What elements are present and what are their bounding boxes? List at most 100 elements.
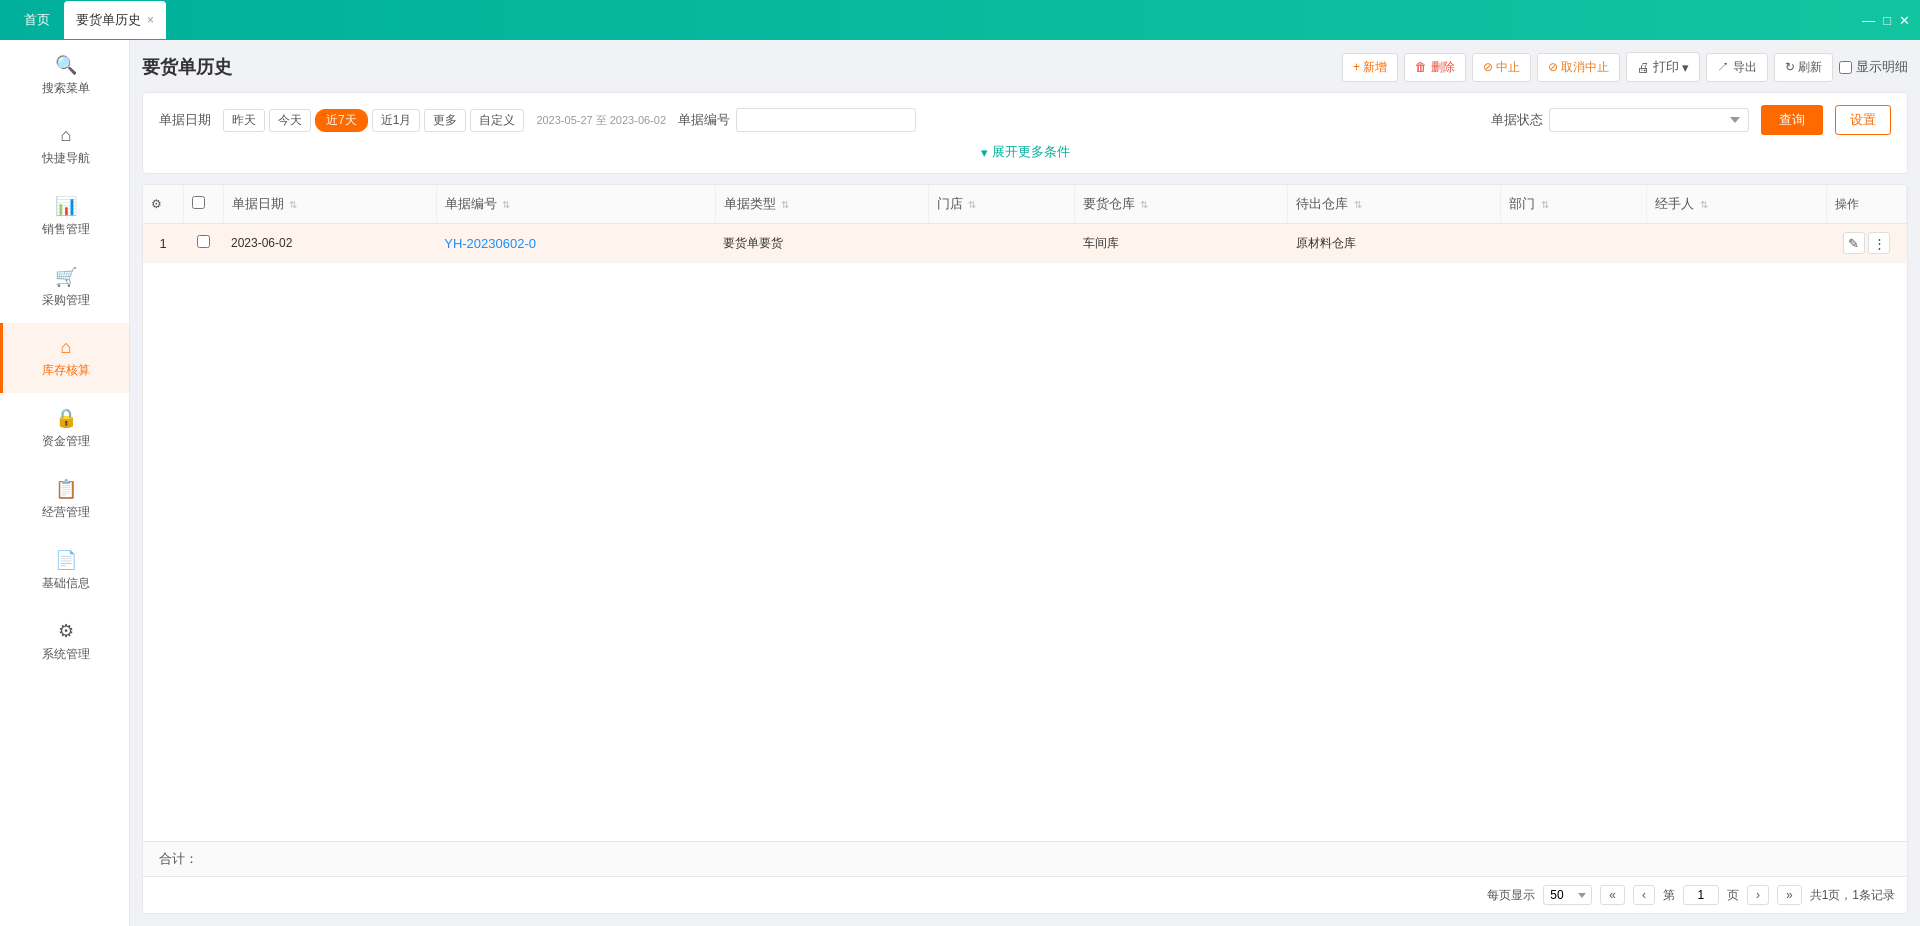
sidebar-item-quick-nav[interactable]: ⌂ 快捷导航 (0, 111, 129, 181)
display-detail-checkbox-label[interactable]: 显示明细 (1839, 58, 1908, 76)
filter-bar: 单据日期 昨天 今天 近7天 近1月 更多 自定义 2023-05-27 至 2… (142, 92, 1908, 174)
date-btn-custom[interactable]: 自定义 (470, 109, 524, 132)
sort-store-icon: ⇅ (968, 199, 976, 210)
row-settings-cell: 1 (143, 224, 183, 263)
col-no[interactable]: 单据编号 ⇅ (436, 185, 715, 224)
page-title: 要货单历史 (142, 55, 232, 79)
date-btn-1month[interactable]: 近1月 (372, 109, 421, 132)
date-btn-yesterday[interactable]: 昨天 (223, 109, 265, 132)
col-dept[interactable]: 部门 ⇅ (1501, 185, 1647, 224)
print-label: 打印 (1653, 58, 1679, 76)
order-no-label: 单据编号 (678, 111, 730, 129)
col-handler-label: 经手人 (1655, 196, 1694, 211)
last-page-btn[interactable]: » (1777, 885, 1802, 905)
sort-req-warehouse-icon: ⇅ (1140, 199, 1148, 210)
sidebar-item-label-operation: 经营管理 (42, 504, 90, 521)
tab-home[interactable]: 首页 (10, 0, 64, 40)
system-icon: ⚙ (58, 620, 74, 642)
col-date-label: 单据日期 (232, 196, 284, 211)
sidebar-item-inventory[interactable]: ⌂ 库存核算 (0, 323, 129, 393)
date-btn-more[interactable]: 更多 (424, 109, 466, 132)
page-header: 要货单历史 + 新增 🗑 删除 ⊘ 中止 ⊘ 取消中止 🖨 打印 ▾ ↗ 导出 … (142, 52, 1908, 82)
footer-label: 合计： (159, 850, 198, 868)
col-store-label: 门店 (937, 196, 963, 211)
row-pending-warehouse-cell: 原材料仓库 (1288, 224, 1501, 263)
content-area: 要货单历史 + 新增 🗑 删除 ⊘ 中止 ⊘ 取消中止 🖨 打印 ▾ ↗ 导出 … (130, 40, 1920, 926)
col-req-warehouse-label: 要货仓库 (1083, 196, 1135, 211)
expand-more-label: 展开更多条件 (992, 143, 1070, 161)
page-number-input[interactable] (1683, 885, 1719, 905)
sidebar-item-label-search: 搜索菜单 (42, 80, 90, 97)
active-tab-label: 要货单历史 (76, 11, 141, 29)
window-close-btn[interactable]: ✕ (1899, 13, 1910, 28)
col-handler[interactable]: 经手人 ⇅ (1647, 185, 1827, 224)
total-info: 共1页，1条记录 (1810, 887, 1895, 904)
first-page-btn[interactable]: « (1600, 885, 1625, 905)
filter-row: 单据日期 昨天 今天 近7天 近1月 更多 自定义 2023-05-27 至 2… (159, 105, 1891, 135)
next-page-btn[interactable]: › (1747, 885, 1769, 905)
row-more-btn[interactable]: ⋮ (1868, 232, 1890, 254)
cancel-stop-button[interactable]: ⊘ 取消中止 (1537, 53, 1620, 82)
select-all-checkbox[interactable] (192, 196, 205, 209)
row-no-cell: YH-20230602-0 (436, 224, 715, 263)
page-size-select[interactable]: 10 20 50 100 (1543, 885, 1592, 905)
row-no-link[interactable]: YH-20230602-0 (444, 236, 536, 251)
sidebar-item-operation[interactable]: 📋 经营管理 (0, 464, 129, 535)
sort-no-icon: ⇅ (502, 199, 510, 210)
sidebar-item-finance[interactable]: 🔒 资金管理 (0, 393, 129, 464)
sidebar-item-label-finance: 资金管理 (42, 433, 90, 450)
row-handler-cell (1647, 224, 1827, 263)
stop-button[interactable]: ⊘ 中止 (1472, 53, 1531, 82)
basic-icon: 📄 (55, 549, 77, 571)
col-date[interactable]: 单据日期 ⇅ (223, 185, 436, 224)
operation-icon: 📋 (55, 478, 77, 500)
col-store[interactable]: 门店 ⇅ (929, 185, 1075, 224)
display-detail-checkbox[interactable] (1839, 61, 1852, 74)
sidebar-item-label-basic: 基础信息 (42, 575, 90, 592)
settings-button[interactable]: 设置 (1835, 105, 1891, 135)
data-table: ⚙ 单据日期 ⇅ 单据编号 ⇅ (143, 185, 1907, 263)
tab-active[interactable]: 要货单历史 × (64, 1, 166, 39)
status-select[interactable] (1549, 108, 1749, 132)
sidebar-item-basic[interactable]: 📄 基础信息 (0, 535, 129, 606)
refresh-button[interactable]: ↻ 刷新 (1774, 53, 1833, 82)
export-button[interactable]: ↗ 导出 (1706, 53, 1767, 82)
col-pending-warehouse[interactable]: 待出仓库 ⇅ (1288, 185, 1501, 224)
col-req-warehouse[interactable]: 要货仓库 ⇅ (1075, 185, 1288, 224)
row-checkbox[interactable] (197, 235, 210, 248)
sales-icon: 📊 (55, 195, 77, 217)
sort-dept-icon: ⇅ (1541, 199, 1549, 210)
expand-more-btn[interactable]: ▾ 展开更多条件 (159, 143, 1891, 161)
order-no-input[interactable] (736, 108, 916, 132)
main-layout: 🔍 搜索菜单 ⌂ 快捷导航 📊 销售管理 🛒 采购管理 ⌂ 库存核算 🔒 资金管… (0, 40, 1920, 926)
row-edit-btn[interactable]: ✎ (1843, 232, 1865, 254)
prev-page-btn[interactable]: ‹ (1633, 885, 1655, 905)
top-bar: 首页 要货单历史 × — □ ✕ (0, 0, 1920, 40)
display-detail-label: 显示明细 (1856, 58, 1908, 76)
col-settings[interactable]: ⚙ (143, 185, 183, 224)
purchase-icon: 🛒 (55, 266, 77, 288)
row-checkbox-cell (183, 224, 223, 263)
sidebar-item-sales[interactable]: 📊 销售管理 (0, 181, 129, 252)
minimize-btn[interactable]: — (1862, 13, 1875, 28)
col-dept-label: 部门 (1509, 196, 1535, 211)
order-no-group: 单据编号 (678, 108, 916, 132)
date-btn-7days[interactable]: 近7天 (315, 109, 368, 132)
col-type[interactable]: 单据类型 ⇅ (715, 185, 928, 224)
sidebar-item-purchase[interactable]: 🛒 采购管理 (0, 252, 129, 323)
sidebar-item-search-menu[interactable]: 🔍 搜索菜单 (0, 40, 129, 111)
sort-type-icon: ⇅ (781, 199, 789, 210)
new-button[interactable]: + 新增 (1342, 53, 1398, 82)
sidebar-item-label-purchase: 采购管理 (42, 292, 90, 309)
date-btn-today[interactable]: 今天 (269, 109, 311, 132)
sort-pending-warehouse-icon: ⇅ (1354, 199, 1362, 210)
row-ops-cell: ✎ ⋮ (1827, 224, 1907, 263)
sidebar-item-system[interactable]: ⚙ 系统管理 (0, 606, 129, 677)
delete-button[interactable]: 🗑 删除 (1404, 53, 1465, 82)
search-menu-icon: 🔍 (55, 54, 77, 76)
print-button[interactable]: 🖨 打印 ▾ (1626, 52, 1700, 82)
quick-nav-icon: ⌂ (61, 125, 72, 146)
query-button[interactable]: 查询 (1761, 105, 1823, 135)
close-tab-icon[interactable]: × (147, 13, 154, 27)
maximize-btn[interactable]: □ (1883, 13, 1891, 28)
